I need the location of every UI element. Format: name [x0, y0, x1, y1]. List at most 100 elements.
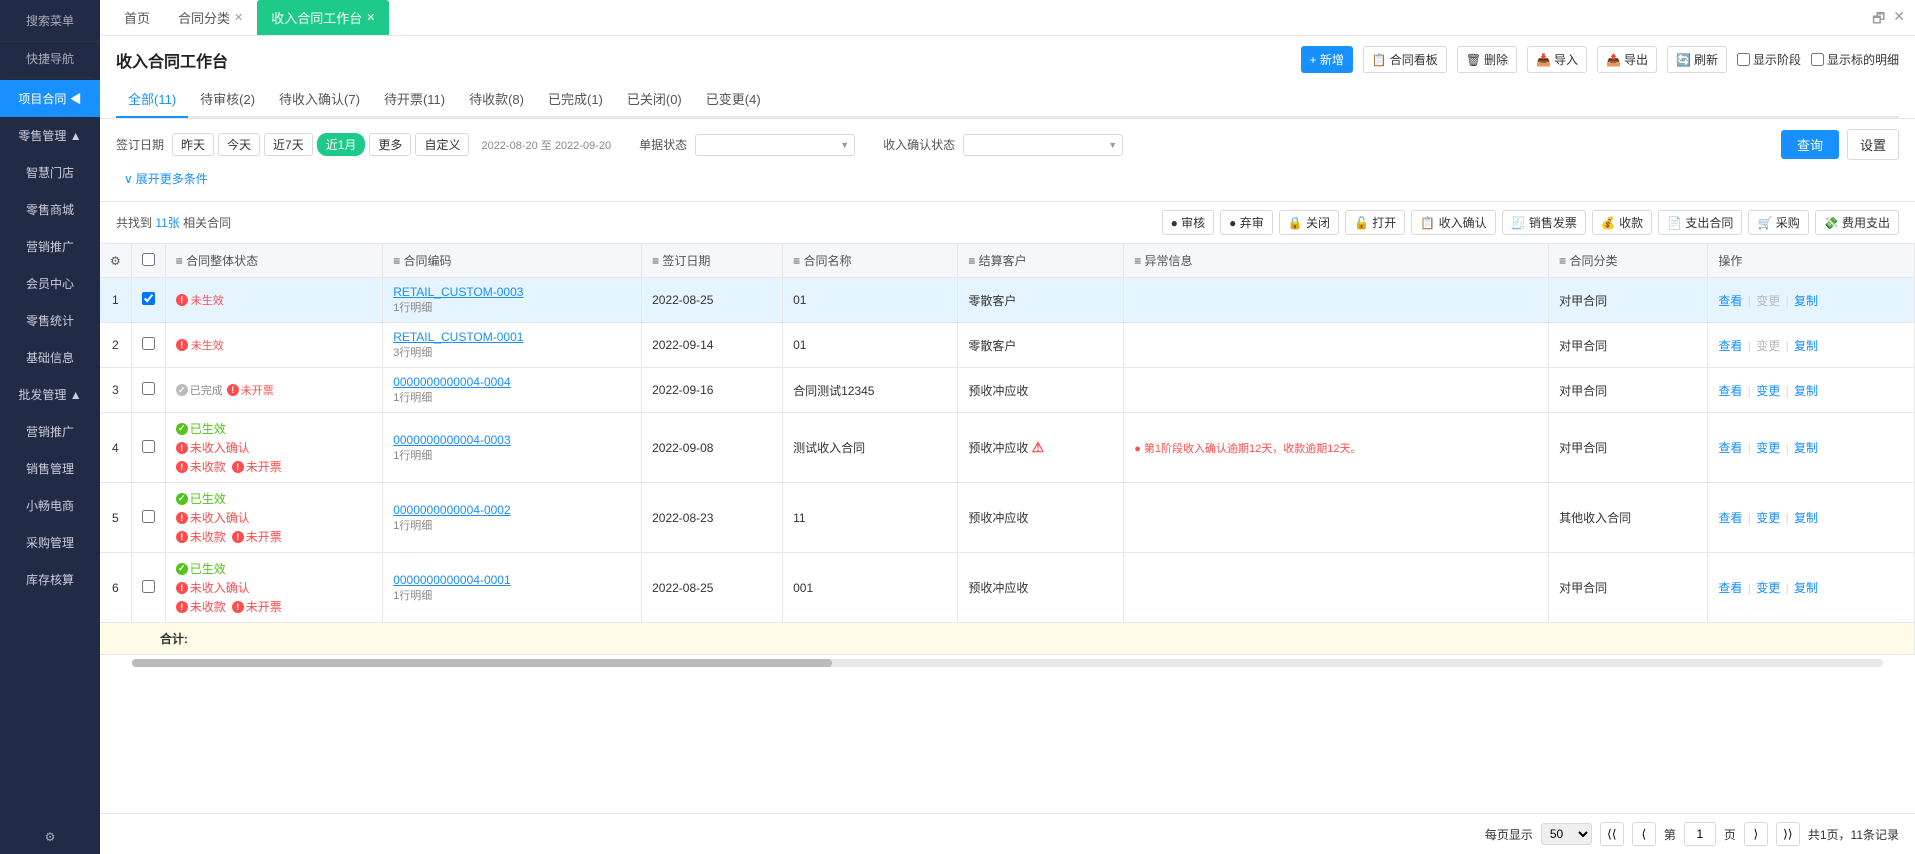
sidebar-item-inventory[interactable]: 库存核算: [0, 561, 100, 598]
filter-date-yesterday[interactable]: 昨天: [172, 133, 214, 156]
contract-link-5[interactable]: 0000000000004-0002: [393, 503, 510, 517]
tab-contract-cat[interactable]: 合同分类 ✕: [164, 0, 257, 35]
close-btn[interactable]: 🔒 关闭: [1279, 210, 1339, 235]
sidebar-item-member[interactable]: 会员中心: [0, 265, 100, 302]
op-copy-3[interactable]: 复制: [1794, 384, 1818, 398]
sidebar-item-retail2[interactable]: 零售商城: [0, 191, 100, 228]
sidebar-item-smart[interactable]: 智慧门店: [0, 154, 100, 191]
sidebar-item-xiaochangec[interactable]: 小畅电商: [0, 487, 100, 524]
status-tab-pending-income[interactable]: 待收入确认(7): [267, 81, 372, 118]
sidebar-item-basic[interactable]: 基础信息: [0, 339, 100, 376]
doc-status-select[interactable]: [695, 134, 855, 156]
show-fields-input[interactable]: [1737, 53, 1750, 66]
query-button[interactable]: 查询: [1781, 130, 1839, 159]
horizontal-scrollbar[interactable]: [132, 659, 1883, 667]
status-tab-pending-review[interactable]: 待审核(2): [188, 81, 267, 118]
filter-date-7days[interactable]: 近7天: [264, 133, 313, 156]
contract-link-4[interactable]: 0000000000004-0003: [393, 433, 510, 447]
last-page-btn[interactable]: ⟩⟩: [1776, 822, 1800, 846]
op-view-6[interactable]: 查看: [1718, 581, 1742, 595]
status-tab-all[interactable]: 全部(11): [116, 81, 188, 118]
status-tab-closed[interactable]: 已关闭(0): [615, 81, 694, 118]
op-change-1[interactable]: 变更: [1756, 294, 1780, 308]
op-copy-6[interactable]: 复制: [1794, 581, 1818, 595]
contract-link-1[interactable]: RETAIL_CUSTOM-0003: [393, 285, 523, 299]
contract-link-3[interactable]: 0000000000004-0004: [393, 375, 510, 389]
add-button[interactable]: + 新增: [1301, 46, 1353, 73]
status-tab-completed[interactable]: 已完成(1): [536, 81, 615, 118]
minimize-btn[interactable]: 🗗: [1872, 8, 1885, 32]
page-size-select[interactable]: 50 100 200: [1541, 823, 1592, 845]
sidebar-item-marketing[interactable]: 营销推广: [0, 228, 100, 265]
status-tab-changed[interactable]: 已变更(4): [694, 81, 773, 118]
row-checkbox-1[interactable]: [142, 292, 155, 305]
status-tab-pending-collect[interactable]: 待收款(8): [457, 81, 536, 118]
close-btn[interactable]: ✕: [1893, 8, 1905, 32]
op-change-6[interactable]: 变更: [1756, 581, 1780, 595]
sidebar-item-marketing2[interactable]: 营销推广: [0, 413, 100, 450]
row-checkbox-6[interactable]: [142, 580, 155, 593]
filter-date-1month[interactable]: 近1月: [317, 133, 366, 156]
income-confirm-btn[interactable]: 📋 收入确认: [1411, 210, 1495, 235]
status-tab-pending-invoice[interactable]: 待开票(11): [372, 81, 457, 118]
row-checkbox-4[interactable]: [142, 440, 155, 453]
refresh-button[interactable]: 🔄 刷新: [1667, 46, 1727, 73]
scroll-thumb[interactable]: [132, 659, 832, 667]
setting-button[interactable]: 设置: [1847, 129, 1899, 160]
sidebar-item-retail[interactable]: 零售管理 ▲: [0, 117, 100, 154]
filter-date-more[interactable]: 更多: [369, 133, 411, 156]
sidebar-item-sales[interactable]: 销售管理: [0, 450, 100, 487]
prev-page-btn[interactable]: ⟨: [1632, 822, 1656, 846]
audit-btn[interactable]: ● 审核: [1162, 210, 1215, 235]
op-change-5[interactable]: 变更: [1756, 511, 1780, 525]
tab-close-income-workbench[interactable]: ✕: [366, 11, 375, 24]
contract-link-6[interactable]: 0000000000004-0001: [393, 573, 510, 587]
op-view-3[interactable]: 查看: [1718, 384, 1742, 398]
row-checkbox-5[interactable]: [142, 510, 155, 523]
next-page-btn[interactable]: ⟩: [1744, 822, 1768, 846]
expense-contract-btn[interactable]: 📄 支出合同: [1658, 210, 1742, 235]
contract-board-button[interactable]: 📋 合同看板: [1363, 46, 1447, 73]
first-page-btn[interactable]: ⟨⟨: [1600, 822, 1624, 846]
export-button[interactable]: 📤 导出: [1597, 46, 1657, 73]
op-copy-4[interactable]: 复制: [1794, 441, 1818, 455]
filter-date-custom[interactable]: 自定义: [415, 133, 469, 156]
abandon-audit-btn[interactable]: ● 弃审: [1220, 210, 1273, 235]
sales-invoice-btn[interactable]: 🧾 销售发票: [1502, 210, 1586, 235]
collect-btn[interactable]: 💰 收款: [1592, 210, 1652, 235]
row-checkbox-2[interactable]: [142, 337, 155, 350]
show-fields-checkbox[interactable]: 显示阶段: [1737, 51, 1801, 68]
show-detail-input[interactable]: [1811, 53, 1824, 66]
expand-conditions-button[interactable]: ∨ 展开更多条件: [116, 166, 216, 191]
op-view-1[interactable]: 查看: [1718, 294, 1742, 308]
op-change-4[interactable]: 变更: [1756, 441, 1780, 455]
row-checkbox-3[interactable]: [142, 382, 155, 395]
import-button[interactable]: 📥 导入: [1527, 46, 1587, 73]
sidebar-item-project[interactable]: 项目合同 ◀: [0, 80, 100, 117]
tab-home[interactable]: 首页: [110, 0, 164, 35]
page-input[interactable]: [1684, 822, 1716, 846]
select-all-checkbox[interactable]: [142, 253, 155, 266]
sidebar-item-purchase[interactable]: 采购管理: [0, 524, 100, 561]
op-view-5[interactable]: 查看: [1718, 511, 1742, 525]
op-change-2[interactable]: 变更: [1756, 339, 1780, 353]
op-view-2[interactable]: 查看: [1718, 339, 1742, 353]
sidebar-settings[interactable]: ⚙: [0, 820, 100, 854]
tab-income-workbench[interactable]: 收入合同工作台 ✕: [257, 0, 389, 35]
expense-out-btn[interactable]: 💸 费用支出: [1815, 210, 1899, 235]
filter-date-today[interactable]: 今天: [218, 133, 260, 156]
purchase-btn[interactable]: 🛒 采购: [1748, 210, 1808, 235]
op-change-3[interactable]: 变更: [1756, 384, 1780, 398]
op-copy-2[interactable]: 复制: [1794, 339, 1818, 353]
sidebar-item-stats[interactable]: 零售统计: [0, 302, 100, 339]
sidebar-search[interactable]: 搜索菜单: [0, 0, 100, 42]
sidebar-item-batch[interactable]: 批发管理 ▲: [0, 376, 100, 413]
op-copy-5[interactable]: 复制: [1794, 511, 1818, 525]
col-setting[interactable]: ⚙: [100, 244, 131, 278]
show-detail-checkbox[interactable]: 显示标的明细: [1811, 51, 1899, 68]
tab-close-contract-cat[interactable]: ✕: [234, 11, 243, 24]
op-copy-1[interactable]: 复制: [1794, 294, 1818, 308]
open-btn[interactable]: 🔓 打开: [1345, 210, 1405, 235]
op-view-4[interactable]: 查看: [1718, 441, 1742, 455]
delete-button[interactable]: 🗑 删除: [1457, 46, 1517, 73]
